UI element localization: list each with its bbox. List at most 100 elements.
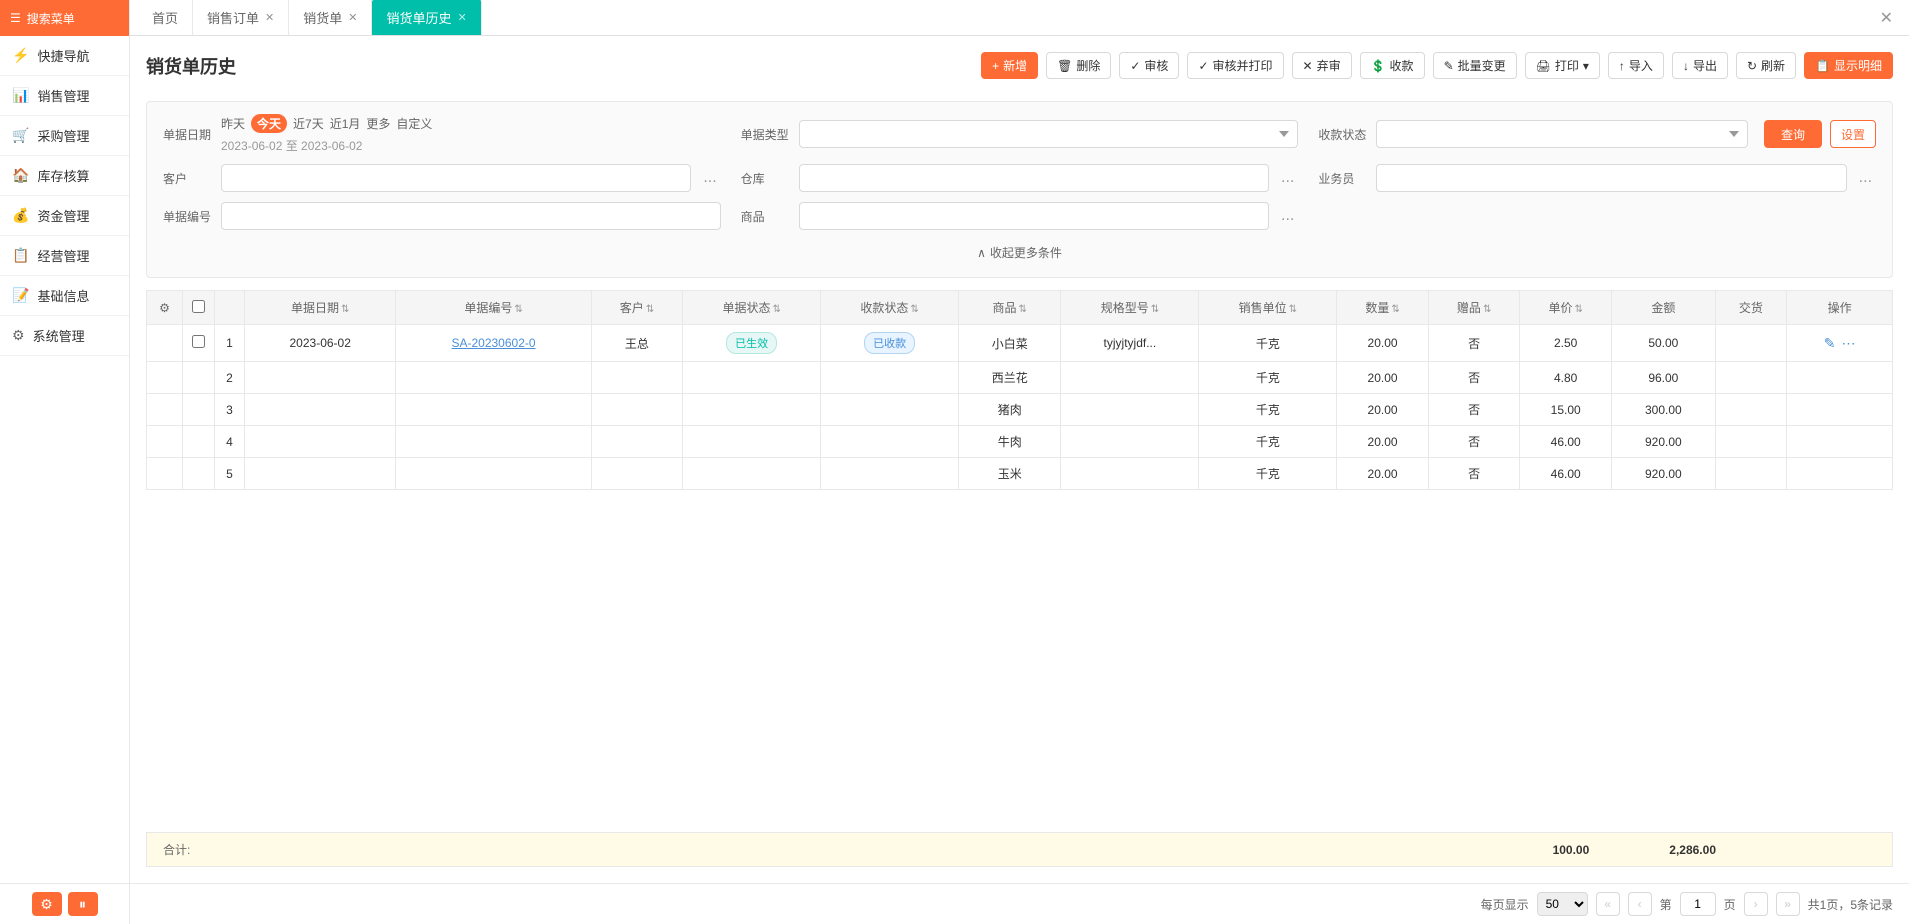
goods-filter-dots[interactable]: ...	[1277, 207, 1298, 225]
edit-op-icon[interactable]: ✎	[1821, 335, 1839, 351]
last-page-btn[interactable]: »	[1776, 892, 1800, 916]
print-dropdown-icon: ▾	[1583, 59, 1589, 73]
cell-qty: 20.00	[1337, 394, 1429, 426]
col-customer[interactable]: 客户⇅	[591, 291, 683, 325]
select-all-checkbox[interactable]	[192, 300, 205, 313]
import-button[interactable]: ↑ 导入	[1608, 52, 1664, 79]
new-label: 新增	[1003, 57, 1027, 74]
collapse-button[interactable]: ∧ 收起更多条件	[163, 240, 1876, 265]
doc-no-filter-label: 单据编号	[163, 208, 213, 225]
cell-qty: 20.00	[1337, 458, 1429, 490]
tab-sales-history-close[interactable]: ✕	[458, 11, 467, 24]
print-button[interactable]: 🖨 打印 ▾	[1525, 52, 1600, 79]
col-qty[interactable]: 数量⇅	[1337, 291, 1429, 325]
col-unit[interactable]: 销售单位⇅	[1199, 291, 1337, 325]
sidebar-collapse-btn[interactable]: ⏸	[68, 892, 98, 916]
col-spec[interactable]: 规格型号⇅	[1061, 291, 1199, 325]
customer-filter-input[interactable]	[221, 164, 691, 192]
sidebar-item-finance[interactable]: 💰 资金管理	[0, 196, 129, 236]
col-settings[interactable]: ⚙	[147, 291, 183, 325]
cell-gift: 否	[1428, 458, 1520, 490]
batch-change-button[interactable]: ✎ 批量变更	[1433, 52, 1517, 79]
col-date[interactable]: 单据日期⇅	[245, 291, 396, 325]
prev-page-btn[interactable]: ‹	[1628, 892, 1652, 916]
filter-customer: 客户 ...	[163, 164, 721, 192]
goods-filter-input[interactable]	[799, 202, 1269, 230]
first-page-btn[interactable]: «	[1596, 892, 1620, 916]
export-label: 导出	[1693, 57, 1717, 74]
date-yesterday[interactable]: 昨天	[221, 115, 245, 132]
warehouse-filter-dots[interactable]: ...	[1277, 169, 1298, 187]
audit-print-button[interactable]: ✓ 审核并打印	[1187, 52, 1283, 79]
cell-unit: 千克	[1199, 458, 1337, 490]
sidebar-item-system[interactable]: ⚙ 系统管理	[0, 316, 129, 356]
batch-label: 批量变更	[1458, 57, 1506, 74]
query-button[interactable]: 查询	[1764, 120, 1822, 148]
warehouse-filter-input[interactable]	[799, 164, 1269, 192]
col-payment-status[interactable]: 收款状态⇅	[821, 291, 959, 325]
show-detail-button[interactable]: 📋 显示明细	[1804, 52, 1893, 79]
type-filter-select[interactable]	[799, 120, 1299, 148]
page-size-select[interactable]: 50 100	[1537, 892, 1588, 916]
date-7days[interactable]: 近7天	[293, 115, 324, 132]
col-gift[interactable]: 赠品⇅	[1428, 291, 1520, 325]
date-today[interactable]: 今天	[251, 114, 287, 133]
cell-gift: 否	[1428, 325, 1520, 362]
date-range-display: 2023-06-02 至 2023-06-02	[221, 137, 721, 154]
col-unit-price[interactable]: 单价⇅	[1520, 291, 1612, 325]
next-page-btn[interactable]: ›	[1744, 892, 1768, 916]
salesperson-filter-dots[interactable]: ...	[1855, 169, 1876, 187]
doc-no-filter-input[interactable]	[221, 202, 721, 230]
col-goods[interactable]: 商品⇅	[959, 291, 1061, 325]
more-op-icon[interactable]: ⋯	[1838, 335, 1858, 351]
salesperson-filter-input[interactable]	[1376, 164, 1846, 192]
filter-salesperson: 业务员 ...	[1318, 164, 1876, 192]
tab-sales-goods[interactable]: 销货单 ✕	[289, 0, 372, 35]
doc-no-link[interactable]: SA-20230602-0	[451, 336, 535, 350]
tab-sales-order[interactable]: 销售订单 ✕	[193, 0, 289, 35]
tab-sales-goods-close[interactable]: ✕	[348, 11, 357, 24]
cell-trade	[1715, 362, 1786, 394]
filter-settings-button[interactable]: 设置	[1830, 120, 1876, 148]
date-1month[interactable]: 近1月	[330, 115, 361, 132]
tab-sales-history[interactable]: 销货单历史 ✕	[372, 0, 481, 35]
audit-button[interactable]: ✓ 审核	[1119, 52, 1179, 79]
collect-button[interactable]: 💲 收款	[1360, 52, 1425, 79]
row-checkbox[interactable]	[192, 335, 205, 348]
new-button[interactable]: + 新增	[981, 52, 1038, 79]
tab-close-all[interactable]: ✕	[1872, 8, 1901, 28]
sidebar-item-inventory[interactable]: 🏠 库存核算	[0, 156, 129, 196]
col-amount[interactable]: 金额	[1611, 291, 1715, 325]
cell-customer	[591, 458, 683, 490]
cell-operation	[1787, 394, 1893, 426]
cell-gift: 否	[1428, 362, 1520, 394]
pagination: 每页显示 50 100 « ‹ 第 页 › » 共1页，5条记录	[130, 883, 1909, 924]
sidebar-item-sales-mgmt[interactable]: 📊 销售管理	[0, 76, 129, 116]
refresh-button[interactable]: ↻ 刷新	[1736, 52, 1796, 79]
sidebar-item-operations[interactable]: 📋 经营管理	[0, 236, 129, 276]
tab-sales-order-close[interactable]: ✕	[265, 11, 274, 24]
col-doc-no[interactable]: 单据编号⇅	[396, 291, 591, 325]
page-input[interactable]	[1680, 892, 1716, 916]
sidebar-search[interactable]: ☰ 搜索菜单	[0, 0, 129, 36]
sidebar-item-quick-nav[interactable]: ⚡ 快捷导航	[0, 36, 129, 76]
content-area: 销货单历史 + 新增 🗑 删除 ✓ 审核 ✓ 审核并打印	[130, 36, 1909, 883]
finance-icon: 💰	[12, 207, 29, 224]
date-custom[interactable]: 自定义	[396, 115, 432, 132]
doc-status-badge: 已生效	[726, 332, 777, 354]
sidebar-item-purchase-mgmt[interactable]: 🛒 采购管理	[0, 116, 129, 156]
tab-sales-history-label: 销货单历史	[386, 8, 451, 27]
col-index	[215, 291, 245, 325]
customer-filter-dots[interactable]: ...	[699, 169, 720, 187]
sidebar-item-basic-info[interactable]: 📝 基础信息	[0, 276, 129, 316]
abandon-button[interactable]: ✕ 弃审	[1292, 52, 1352, 79]
col-doc-status[interactable]: 单据状态⇅	[683, 291, 821, 325]
export-button[interactable]: ↓ 导出	[1672, 52, 1728, 79]
delete-button[interactable]: 🗑 删除	[1046, 52, 1111, 79]
sidebar-settings-btn[interactable]: ⚙	[32, 892, 62, 916]
collect-icon: 💲	[1371, 59, 1386, 73]
payment-filter-select[interactable]	[1376, 120, 1748, 148]
date-more[interactable]: 更多	[366, 115, 390, 132]
tab-home[interactable]: 首页	[138, 0, 193, 35]
sidebar-item-label: 系统管理	[33, 326, 85, 345]
